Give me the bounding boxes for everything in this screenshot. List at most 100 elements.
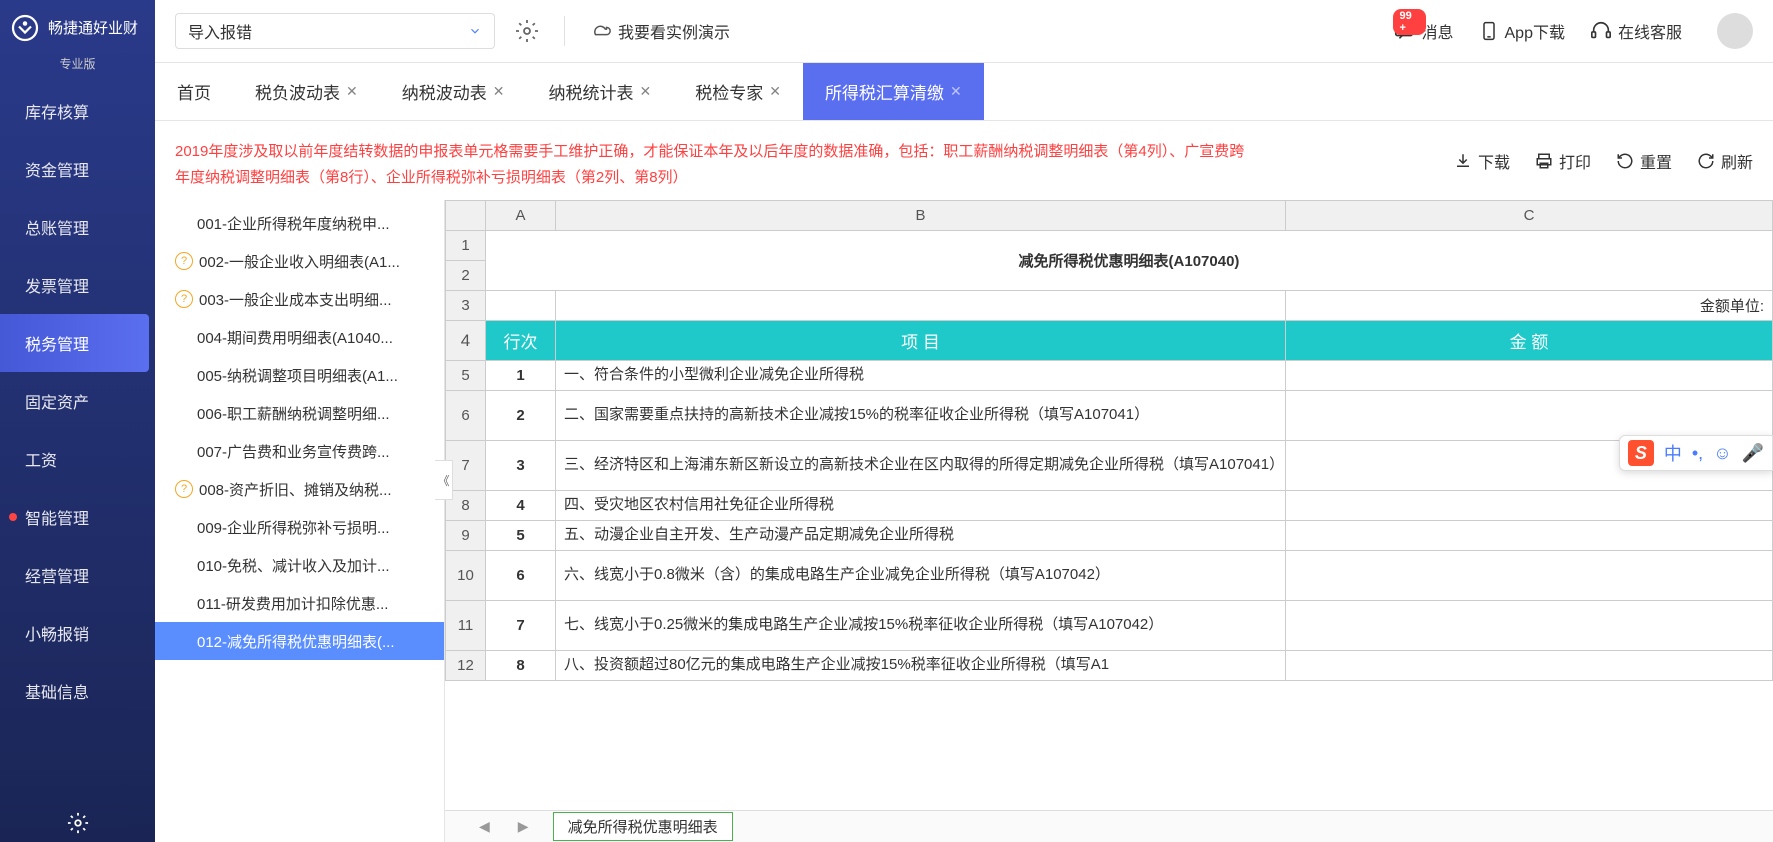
tab-label: 首页	[177, 79, 211, 104]
form-item-9[interactable]: 010-免税、减计收入及加计...	[155, 546, 444, 584]
sidebar-item-10[interactable]: 基础信息	[0, 662, 155, 720]
sheet-tab-bar: ◀ ▶ 减免所得税优惠明细表	[445, 810, 1773, 842]
ime-dot-icon[interactable]: •,	[1692, 443, 1703, 464]
app-logo-icon	[10, 13, 40, 43]
support-button[interactable]: 在线客服	[1590, 19, 1682, 43]
form-item-11[interactable]: 012-减免所得税优惠明细表(...	[155, 622, 444, 660]
sidebar-item-2[interactable]: 总账管理	[0, 198, 155, 256]
download-button[interactable]: 下载	[1454, 149, 1510, 173]
tab-1[interactable]: 税负波动表 ✕	[233, 63, 380, 120]
ime-lang[interactable]: 中	[1664, 440, 1682, 466]
row-number: 5	[486, 521, 556, 551]
app-download-button[interactable]: App下载	[1479, 19, 1565, 43]
amount-cell[interactable]	[1286, 651, 1773, 681]
item-cell[interactable]: 二、国家需要重点扶持的高新技术企业减按15%的税率征收企业所得税（填写A1070…	[556, 391, 1286, 441]
row-header[interactable]: 5	[446, 361, 486, 391]
form-item-5[interactable]: 006-职工薪酬纳税调整明细...	[155, 394, 444, 432]
tab-5[interactable]: 所得税汇算清缴✕	[803, 63, 984, 120]
ime-mic-icon[interactable]: 🎤	[1742, 443, 1764, 464]
search-select[interactable]: 导入报错	[175, 13, 495, 49]
amount-cell[interactable]	[1286, 521, 1773, 551]
item-cell[interactable]: 七、线宽小于0.25微米的集成电路生产企业减按15%税率征收企业所得税（填写A1…	[556, 601, 1286, 651]
ime-widget[interactable]: S 中 •, ☺ 🎤	[1619, 435, 1773, 471]
item-cell[interactable]: 一、符合条件的小型微利企业减免企业所得税	[556, 361, 1286, 391]
header-settings-icon[interactable]	[515, 19, 539, 43]
item-cell[interactable]: 六、线宽小于0.8微米（含）的集成电路生产企业减免企业所得税（填写A107042…	[556, 551, 1286, 601]
item-cell[interactable]: 三、经济特区和上海浦东新区新设立的高新技术企业在区内取得的所得定期减免企业所得税…	[556, 441, 1286, 491]
row-header[interactable]: 12	[446, 651, 486, 681]
tab-0[interactable]: 首页	[155, 63, 233, 120]
sidebar-item-7[interactable]: 智能管理	[0, 488, 155, 546]
row-header[interactable]: 2	[446, 261, 486, 291]
form-item-2[interactable]: 003-一般企业成本支出明细...	[155, 280, 444, 318]
ime-logo-icon: S	[1628, 440, 1654, 466]
close-icon[interactable]: ✕	[493, 83, 505, 100]
tab-4[interactable]: 税检专家✕	[673, 63, 803, 120]
form-item-1[interactable]: 002-一般企业收入明细表(A1...	[155, 242, 444, 280]
print-button[interactable]: 打印	[1535, 149, 1591, 173]
sidebar-item-8[interactable]: 经营管理	[0, 546, 155, 604]
row-header[interactable]: 1	[446, 231, 486, 261]
avatar[interactable]	[1717, 13, 1753, 49]
sheet-tab[interactable]: 减免所得税优惠明细表	[553, 812, 733, 841]
item-cell[interactable]: 四、受灾地区农村信用社免征企业所得税	[556, 491, 1286, 521]
header-bar: 导入报错 我要看实例演示 99 + 消息 App下载 在线客服	[155, 0, 1773, 63]
row-number: 3	[486, 441, 556, 491]
sidebar-item-9[interactable]: 小畅报销	[0, 604, 155, 662]
refresh-button[interactable]: 刷新	[1697, 149, 1753, 173]
form-item-4[interactable]: 005-纳税调整项目明细表(A1...	[155, 356, 444, 394]
sidebar-item-0[interactable]: 库存核算	[0, 82, 155, 140]
row-header[interactable]: 6	[446, 391, 486, 441]
col-header-A[interactable]: A	[486, 201, 556, 231]
form-item-10[interactable]: 011-研发费用加计扣除优惠...	[155, 584, 444, 622]
reset-icon	[1616, 152, 1634, 170]
close-icon[interactable]: ✕	[639, 83, 651, 100]
amount-cell[interactable]	[1286, 601, 1773, 651]
col-header-B[interactable]: B	[556, 201, 1286, 231]
close-icon[interactable]: ✕	[346, 83, 358, 100]
amount-cell[interactable]	[1286, 551, 1773, 601]
col-header-C[interactable]: C	[1286, 201, 1773, 231]
row-header[interactable]: 11	[446, 601, 486, 651]
close-icon[interactable]: ✕	[950, 83, 962, 100]
ime-face-icon[interactable]: ☺	[1713, 443, 1731, 464]
scroll-right-icon[interactable]: ▶	[514, 818, 533, 835]
form-item-0[interactable]: 001-企业所得税年度纳税申...	[155, 204, 444, 242]
body-row: 001-企业所得税年度纳税申...002-一般企业收入明细表(A1...003-…	[155, 200, 1773, 842]
msg-badge: 99 +	[1393, 9, 1425, 35]
demo-link[interactable]: 我要看实例演示	[590, 19, 730, 43]
settings-gear-icon[interactable]	[67, 812, 89, 834]
reset-label: 重置	[1640, 149, 1672, 173]
row-number: 7	[486, 601, 556, 651]
form-item-6[interactable]: 007-广告费和业务宣传费跨...	[155, 432, 444, 470]
messages-button[interactable]: 99 + 消息	[1393, 19, 1453, 43]
tab-label: 税负波动表	[255, 79, 340, 104]
item-cell[interactable]: 五、动漫企业自主开发、生产动漫产品定期减免企业所得税	[556, 521, 1286, 551]
notice-row: 2019年度涉及取以前年度结转数据的申报表单元格需要手工维护正确，才能保证本年及…	[155, 121, 1773, 200]
refresh-icon	[1697, 152, 1715, 170]
row-number: 1	[486, 361, 556, 391]
form-item-8[interactable]: 009-企业所得税弥补亏损明...	[155, 508, 444, 546]
amount-cell[interactable]	[1286, 491, 1773, 521]
row-header[interactable]: 4	[446, 321, 486, 361]
close-icon[interactable]: ✕	[769, 83, 781, 100]
grid[interactable]: ABC1减免所得税优惠明细表(A107040)23金额单位:4行次项 目金 额5…	[445, 200, 1773, 810]
form-item-7[interactable]: 008-资产折旧、摊销及纳税...	[155, 470, 444, 508]
sidebar-item-6[interactable]: 工资	[0, 430, 155, 488]
sidebar-item-4[interactable]: 税务管理	[0, 314, 149, 372]
form-item-3[interactable]: 004-期间费用明细表(A1040...	[155, 318, 444, 356]
row-header[interactable]: 3	[446, 291, 486, 321]
tab-2[interactable]: 纳税波动表✕	[380, 63, 527, 120]
amount-cell[interactable]	[1286, 361, 1773, 391]
reset-button[interactable]: 重置	[1616, 149, 1672, 173]
row-header[interactable]: 10	[446, 551, 486, 601]
collapse-handle[interactable]: 《	[435, 460, 453, 500]
sidebar-item-3[interactable]: 发票管理	[0, 256, 155, 314]
item-cell[interactable]: 八、投资额超过80亿元的集成电路生产企业减按15%税率征收企业所得税（填写A1	[556, 651, 1286, 681]
amount-cell[interactable]	[1286, 391, 1773, 441]
scroll-left-icon[interactable]: ◀	[475, 818, 494, 835]
row-header[interactable]: 9	[446, 521, 486, 551]
tab-3[interactable]: 纳税统计表✕	[526, 63, 673, 120]
sidebar-item-1[interactable]: 资金管理	[0, 140, 155, 198]
sidebar-item-5[interactable]: 固定资产	[0, 372, 155, 430]
